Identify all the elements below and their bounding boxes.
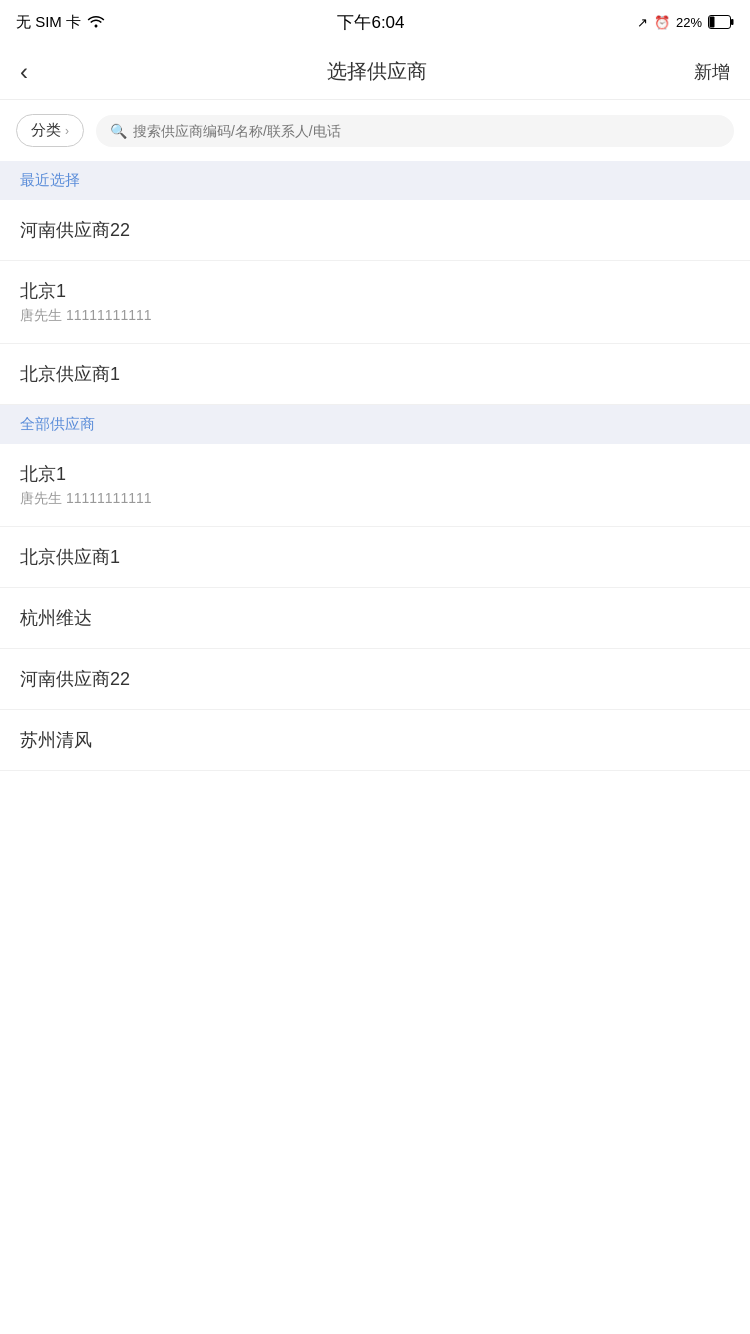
page-title: 选择供应商 (327, 58, 427, 85)
category-filter-button[interactable]: 分类 › (16, 114, 84, 147)
list-item[interactable]: 杭州维达 (0, 588, 750, 649)
search-icon: 🔍 (110, 123, 127, 139)
supplier-name: 苏州清风 (20, 728, 730, 752)
svg-rect-1 (731, 19, 734, 25)
list-item[interactable]: 北京供应商1 (0, 344, 750, 405)
battery-icon (708, 15, 734, 29)
battery-percent: 22% (676, 15, 702, 30)
add-button[interactable]: 新增 (694, 60, 730, 84)
supplier-name: 杭州维达 (20, 606, 730, 630)
list-item[interactable]: 河南供应商22 (0, 200, 750, 261)
all-supplier-list: 北京1 唐先生 11111111111 北京供应商1 杭州维达河南供应商22 苏州清风 (0, 444, 750, 771)
chevron-right-icon: › (65, 124, 69, 138)
search-box[interactable]: 🔍 (96, 115, 734, 147)
search-input[interactable] (133, 123, 720, 139)
location-icon: ↗ (637, 15, 648, 30)
back-button[interactable]: ‹ (20, 58, 60, 86)
nav-bar: ‹ 选择供应商 新增 (0, 44, 750, 100)
supplier-name: 北京供应商1 (20, 362, 730, 386)
filter-bar: 分类 › 🔍 (0, 100, 750, 161)
status-time: 下午6:04 (337, 11, 404, 34)
supplier-name: 北京1 (20, 462, 730, 486)
supplier-name: 河南供应商22 (20, 667, 730, 691)
supplier-name: 北京1 (20, 279, 730, 303)
recent-supplier-list: 河南供应商22 北京1 唐先生 11111111111 北京供应商1 (0, 200, 750, 405)
list-item[interactable]: 北京1 唐先生 11111111111 (0, 444, 750, 527)
supplier-name: 北京供应商1 (20, 545, 730, 569)
wifi-icon (87, 14, 105, 31)
all-section-header: 全部供应商 (0, 405, 750, 444)
supplier-name: 河南供应商22 (20, 218, 730, 242)
sim-indicator: 无 SIM 卡 (16, 13, 81, 32)
status-right: ↗ ⏰ 22% (637, 15, 734, 30)
recent-section-label: 最近选择 (20, 171, 80, 188)
status-bar: 无 SIM 卡 下午6:04 ↗ ⏰ 22% (0, 0, 750, 44)
list-item[interactable]: 河南供应商22 (0, 649, 750, 710)
supplier-detail: 唐先生 11111111111 (20, 490, 730, 508)
status-left: 无 SIM 卡 (16, 13, 105, 32)
category-label: 分类 (31, 121, 61, 140)
all-section-label: 全部供应商 (20, 415, 95, 432)
alarm-icon: ⏰ (654, 15, 670, 30)
recent-section-header: 最近选择 (0, 161, 750, 200)
svg-rect-2 (709, 17, 714, 28)
supplier-detail: 唐先生 11111111111 (20, 307, 730, 325)
list-item[interactable]: 北京供应商1 (0, 527, 750, 588)
list-item[interactable]: 北京1 唐先生 11111111111 (0, 261, 750, 344)
list-item[interactable]: 苏州清风 (0, 710, 750, 771)
